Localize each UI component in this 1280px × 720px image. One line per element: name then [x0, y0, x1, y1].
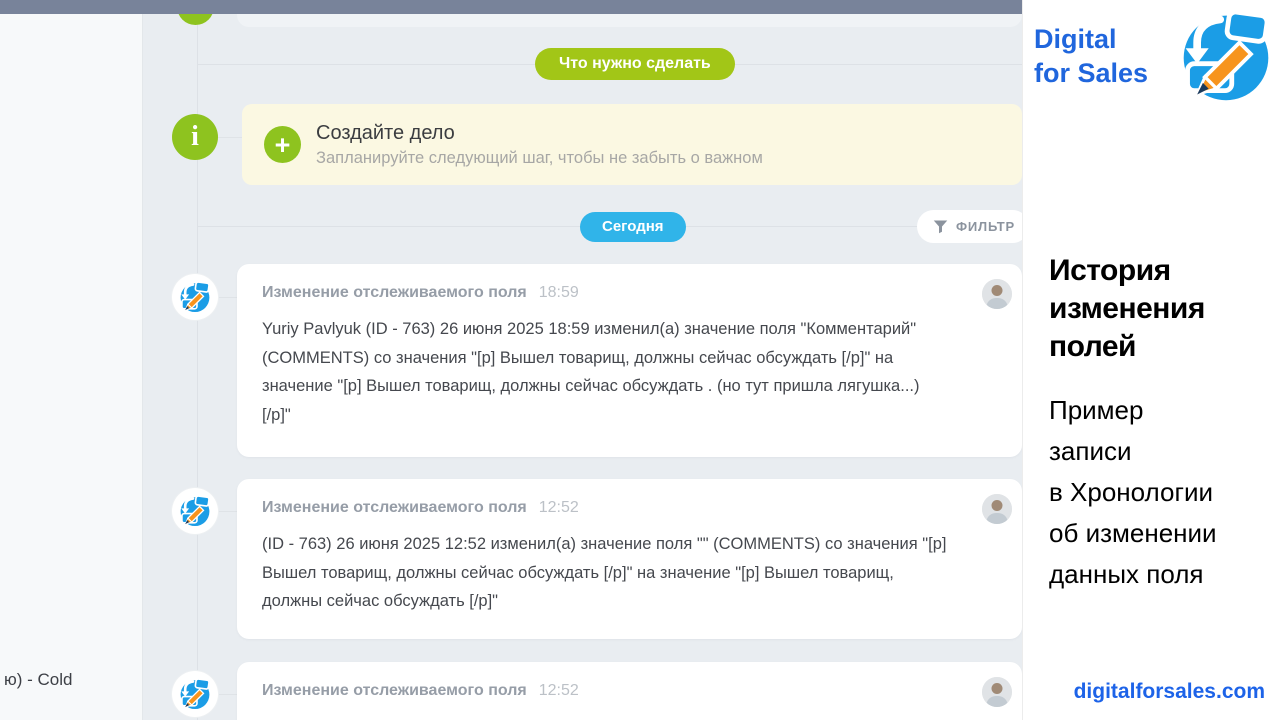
create-task-subtitle: Запланируйте следующий шаг, чтобы не заб…: [316, 149, 763, 168]
create-task-banner[interactable]: + Создайте дело Запланируйте следующий ш…: [242, 104, 1022, 185]
user-photo-icon: [982, 677, 1012, 707]
entry-title: Изменение отслеживаемого поля: [262, 682, 527, 700]
field-change-icon: [178, 677, 212, 711]
info-icon: i: [172, 114, 218, 160]
field-change-icon: [178, 494, 212, 528]
funnel-icon: [933, 219, 948, 234]
sidebar-heading: История изменения полей: [1049, 252, 1205, 366]
timeline-entry-card: Изменение отслеживаемого поля 12:52: [237, 662, 1022, 720]
entry-title: Изменение отслеживаемого поля: [262, 499, 527, 517]
timeline-entry-card: Изменение отслеживаемого поля 18:59 Yuri…: [237, 264, 1022, 457]
today-date-badge: Сегодня: [580, 212, 686, 242]
branding-sidebar: Digital for Sales История изменения поле…: [1022, 0, 1280, 720]
timeline-entry-card: Изменение отслеживаемого поля 12:52 (ID …: [237, 479, 1022, 639]
deal-name-fragment: ю) - Cold: [4, 670, 72, 690]
timeline-marker: [172, 488, 218, 534]
entry-body: (ID - 763) 26 июня 2025 12:52 изменил(а)…: [237, 517, 997, 616]
timeline-marker: [172, 671, 218, 717]
entry-time: 12:52: [539, 499, 579, 517]
brand-name: Digital for Sales: [1034, 22, 1148, 90]
user-photo-icon: [982, 494, 1012, 524]
entry-body: Yuriy Pavlyuk (ID - 763) 26 июня 2025 18…: [237, 302, 997, 429]
avatar: [982, 494, 1012, 524]
filter-label: ФИЛЬТР: [956, 219, 1015, 234]
window-top-bar: [0, 0, 1022, 14]
what-to-do-pill: Что нужно сделать: [535, 48, 735, 80]
entry-title: Изменение отслеживаемого поля: [262, 284, 527, 302]
avatar: [982, 279, 1012, 309]
timeline-connector: [218, 694, 237, 695]
user-photo-icon: [982, 279, 1012, 309]
digital-for-sales-logo-icon: [1176, 6, 1276, 111]
create-task-title: Создайте дело: [316, 122, 763, 145]
sidebar-subtitle: Пример записи в Хронологии об изменении …: [1049, 390, 1217, 595]
timeline-marker: [172, 274, 218, 320]
timeline-connector: [218, 297, 237, 298]
previous-card-bottom-edge: [237, 14, 1022, 27]
add-task-button[interactable]: +: [264, 126, 301, 163]
website-link: digitalforsales.com: [1074, 680, 1265, 704]
entry-time: 18:59: [539, 284, 579, 302]
timeline-connector: [218, 511, 237, 512]
field-change-icon: [178, 280, 212, 314]
avatar: [982, 677, 1012, 707]
left-details-panel: ю) - Cold: [0, 14, 143, 720]
entry-time: 12:52: [539, 682, 579, 700]
timeline-connector: [218, 137, 242, 138]
filter-button[interactable]: ФИЛЬТР: [917, 210, 1029, 243]
